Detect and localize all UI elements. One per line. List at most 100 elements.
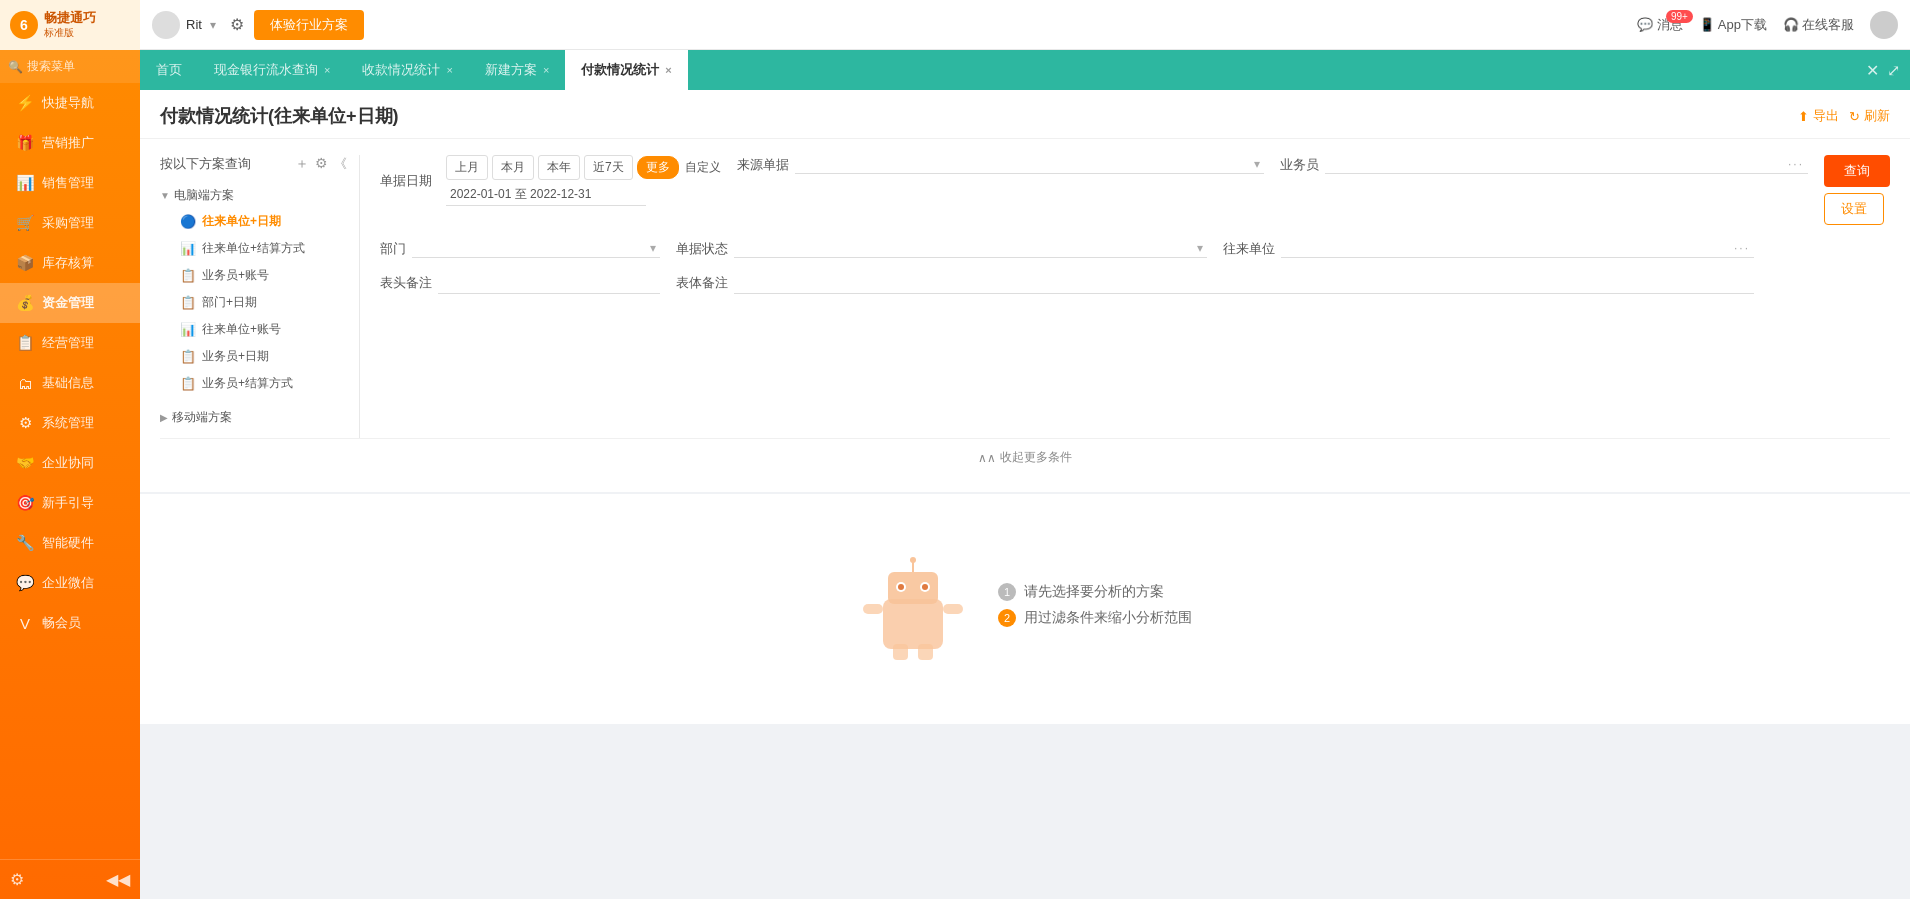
hint-num-1: 1 bbox=[998, 583, 1016, 601]
filter-right: 单据日期 上月 本月 本年 近7天 更多 自定义 20 bbox=[360, 155, 1890, 438]
app-download-button[interactable]: 📱 App下载 bbox=[1699, 16, 1767, 34]
doc-status-input[interactable]: ▾ bbox=[734, 239, 1207, 258]
refresh-button[interactable]: ↻ 刷新 bbox=[1849, 107, 1890, 125]
tab-new-scheme-close[interactable]: × bbox=[543, 64, 549, 76]
tabs-actions: ✕ ⤢ bbox=[1866, 61, 1910, 80]
scheme-item-label: 业务员+账号 bbox=[202, 267, 269, 284]
logo-icon: 6 bbox=[10, 11, 38, 39]
collapse-label: 收起更多条件 bbox=[1000, 449, 1072, 466]
tab-payable-close[interactable]: × bbox=[665, 64, 671, 76]
body-note-input[interactable] bbox=[734, 272, 1754, 294]
online-service-button[interactable]: 🎧 在线客服 bbox=[1783, 16, 1854, 34]
purchase-icon: 🛒 bbox=[16, 214, 34, 232]
settings-footer-icon[interactable]: ⚙ bbox=[10, 870, 24, 889]
sidebar-item-weixin[interactable]: 💬 企业微信 bbox=[0, 563, 140, 603]
topbar-profile[interactable]: Rit ▾ bbox=[152, 11, 216, 39]
scheme-item-partner-account[interactable]: 📊 往来单位+账号 bbox=[160, 316, 347, 343]
message-button[interactable]: 💬 消息 99+ bbox=[1637, 16, 1683, 34]
date-btn-more[interactable]: 更多 bbox=[637, 156, 679, 179]
member-icon: V bbox=[16, 614, 34, 632]
partner-input[interactable]: ··· bbox=[1281, 239, 1754, 258]
scheme-header-actions: ＋ ⚙ 《 bbox=[295, 155, 347, 173]
source-input[interactable]: ▾ bbox=[795, 155, 1265, 174]
trial-button[interactable]: 体验行业方案 bbox=[254, 10, 364, 40]
sidebar-item-marketing[interactable]: 🎁 营销推广 bbox=[0, 123, 140, 163]
fullscreen-icon[interactable]: ⤢ bbox=[1887, 61, 1900, 80]
collapse-up-icon: ∧∧ bbox=[978, 451, 996, 465]
sidebar-item-quick-nav[interactable]: ⚡ 快捷导航 bbox=[0, 83, 140, 123]
sidebar-item-label: 经营管理 bbox=[42, 334, 94, 352]
salesperson-input[interactable]: ··· bbox=[1325, 155, 1808, 174]
body-note-label: 表体备注 bbox=[676, 274, 728, 292]
weixin-icon: 💬 bbox=[16, 574, 34, 592]
profile-dropdown-icon[interactable]: ▾ bbox=[210, 18, 216, 32]
scheme-item-icon-partner-date: 🔵 bbox=[180, 214, 196, 229]
pc-group-title[interactable]: ▼ 电脑端方案 bbox=[160, 183, 347, 208]
date-btn-last-month[interactable]: 上月 bbox=[446, 155, 488, 180]
svg-point-4 bbox=[898, 584, 904, 590]
tab-payable[interactable]: 付款情况统计 × bbox=[565, 50, 687, 90]
close-all-tabs-icon[interactable]: ✕ bbox=[1866, 61, 1879, 80]
user-avatar[interactable] bbox=[1870, 11, 1898, 39]
logo-sub: 标准版 bbox=[44, 26, 96, 40]
gear-scheme-icon[interactable]: ⚙ bbox=[315, 155, 328, 173]
sidebar-item-inventory[interactable]: 📦 库存核算 bbox=[0, 243, 140, 283]
scheme-item-salesperson-date[interactable]: 📋 业务员+日期 bbox=[160, 343, 347, 370]
topbar-gear-icon[interactable]: ⚙ bbox=[230, 15, 244, 34]
date-btn-this-month[interactable]: 本月 bbox=[492, 155, 534, 180]
scheme-item-icon-salesperson-settle: 📋 bbox=[180, 376, 196, 391]
sidebar-item-hardware[interactable]: 🔧 智能硬件 bbox=[0, 523, 140, 563]
sidebar-item-system[interactable]: ⚙ 系统管理 bbox=[0, 403, 140, 443]
tab-new-scheme[interactable]: 新建方案 × bbox=[469, 50, 565, 90]
mobile-group-title[interactable]: ▶ 移动端方案 bbox=[160, 405, 347, 430]
page-title: 付款情况统计(往来单位+日期) bbox=[160, 104, 399, 128]
date-btn-this-year[interactable]: 本年 bbox=[538, 155, 580, 180]
header-note-input[interactable] bbox=[438, 272, 660, 294]
dept-dropdown-icon: ▾ bbox=[650, 241, 656, 255]
partner-dots: ··· bbox=[1734, 241, 1750, 255]
query-button[interactable]: 查询 bbox=[1824, 155, 1890, 187]
search-label: 搜索菜单 bbox=[27, 58, 75, 75]
sidebar-item-sales[interactable]: 📊 销售管理 bbox=[0, 163, 140, 203]
date-btn-7days[interactable]: 近7天 bbox=[584, 155, 633, 180]
settings-button[interactable]: 设置 bbox=[1824, 193, 1884, 225]
sidebar-item-purchase[interactable]: 🛒 采购管理 bbox=[0, 203, 140, 243]
tab-bank-flow[interactable]: 现金银行流水查询 × bbox=[198, 50, 346, 90]
scheme-item-dept-date[interactable]: 📋 部门+日期 bbox=[160, 289, 347, 316]
scheme-header-label: 按以下方案查询 bbox=[160, 155, 251, 173]
add-scheme-icon[interactable]: ＋ bbox=[295, 155, 309, 173]
tab-home[interactable]: 首页 bbox=[140, 50, 198, 90]
tab-receivable-close[interactable]: × bbox=[446, 64, 452, 76]
pc-group-arrow: ▼ bbox=[160, 190, 170, 201]
sidebar-item-label: 系统管理 bbox=[42, 414, 94, 432]
refresh-label: 刷新 bbox=[1864, 107, 1890, 125]
filter-actions: 查询 设置 bbox=[1824, 155, 1890, 225]
scheme-item-salesperson-settle[interactable]: 📋 业务员+结算方式 bbox=[160, 370, 347, 397]
header-note-label: 表头备注 bbox=[380, 274, 432, 292]
scheme-item-label: 业务员+结算方式 bbox=[202, 375, 293, 392]
tab-receivable[interactable]: 收款情况统计 × bbox=[346, 50, 468, 90]
scheme-item-partner-settle[interactable]: 📊 往来单位+结算方式 bbox=[160, 235, 347, 262]
sidebar-item-enterprise[interactable]: 🤝 企业协同 bbox=[0, 443, 140, 483]
tab-bank-flow-close[interactable]: × bbox=[324, 64, 330, 76]
sidebar-item-member[interactable]: V 畅会员 bbox=[0, 603, 140, 643]
sidebar-item-operations[interactable]: 📋 经营管理 bbox=[0, 323, 140, 363]
sidebar-item-label: 智能硬件 bbox=[42, 534, 94, 552]
sidebar-item-guide[interactable]: 🎯 新手引导 bbox=[0, 483, 140, 523]
hardware-icon: 🔧 bbox=[16, 534, 34, 552]
collapse-sidebar-icon[interactable]: ◀◀ bbox=[106, 870, 130, 889]
export-button[interactable]: ⬆ 导出 bbox=[1798, 107, 1839, 125]
sidebar-item-basic[interactable]: 🗂 基础信息 bbox=[0, 363, 140, 403]
dept-input[interactable]: ▾ bbox=[412, 239, 660, 258]
scheme-item-salesperson-account[interactable]: 📋 业务员+账号 bbox=[160, 262, 347, 289]
collapse-scheme-icon[interactable]: 《 bbox=[334, 155, 347, 173]
date-custom-label: 自定义 bbox=[685, 159, 721, 176]
message-icon: 💬 bbox=[1637, 17, 1653, 32]
topbar: Rit ▾ ⚙ 体验行业方案 💬 消息 99+ 📱 App下载 🎧 在线客服 bbox=[140, 0, 1910, 50]
sidebar-item-capital[interactable]: 💰 资金管理 bbox=[0, 283, 140, 323]
scheme-item-partner-date[interactable]: 🔵 往来单位+日期 bbox=[160, 208, 347, 235]
collapse-bar[interactable]: ∧∧ 收起更多条件 bbox=[160, 438, 1890, 476]
page-content: 付款情况统计(往来单位+日期) ⬆ 导出 ↻ 刷新 按以下方案查询 bbox=[140, 90, 1910, 899]
sidebar-search[interactable]: 🔍 搜索菜单 bbox=[0, 50, 140, 83]
date-range-display[interactable]: 2022-01-01 至 2022-12-31 bbox=[446, 184, 646, 206]
